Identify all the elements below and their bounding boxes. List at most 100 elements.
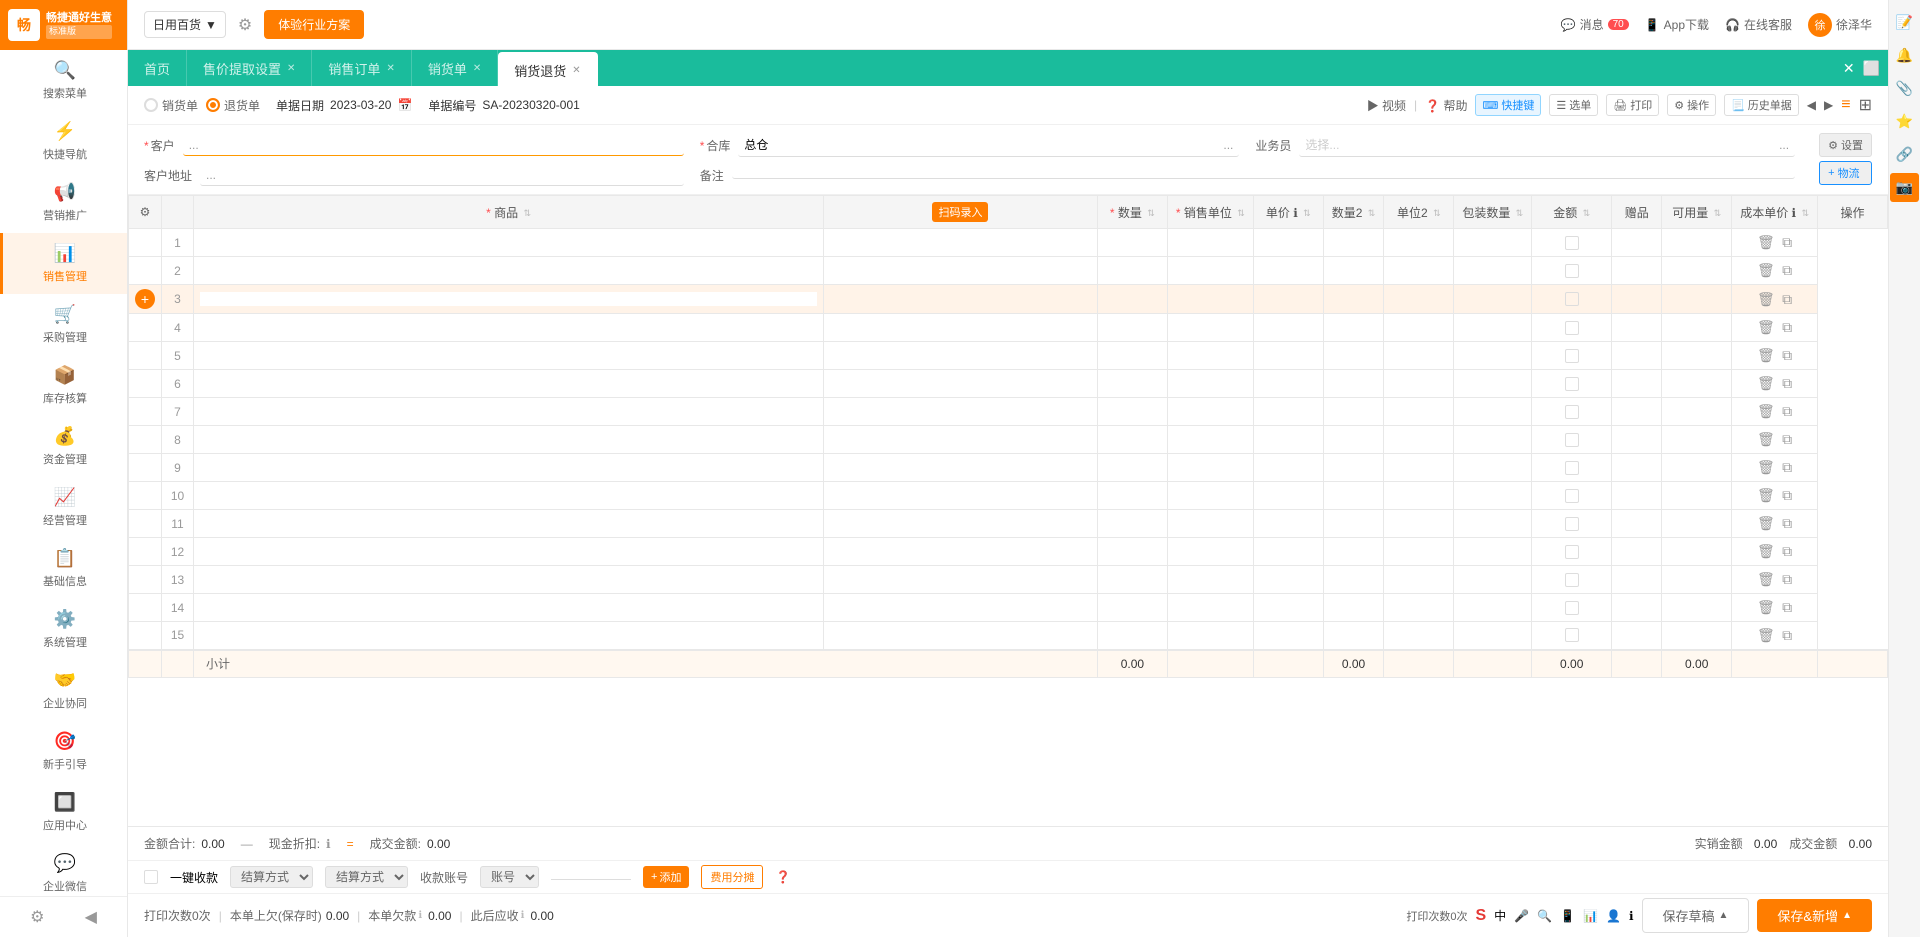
row-amount-cell[interactable] [1454,426,1532,454]
row-amount-cell[interactable] [1454,622,1532,650]
row-price-cell[interactable] [1167,622,1253,650]
customer-input[interactable]: ... [183,135,684,156]
copy-row-btn[interactable]: ⧉ [1782,571,1792,587]
calendar-icon[interactable]: 📅 [397,98,412,112]
row-qty2-cell[interactable] [1253,482,1323,510]
row-qty2-cell[interactable] [1253,594,1323,622]
row-amount-cell[interactable] [1454,285,1532,314]
category-select[interactable]: 日用百货 ▼ [144,11,226,38]
row-unit2-cell[interactable] [1323,510,1384,538]
row-cost-cell[interactable] [1662,398,1732,426]
row-pack-cell[interactable] [1384,342,1454,370]
right-star-icon[interactable]: ⭐ [1890,107,1919,136]
row-amount-cell[interactable] [1454,342,1532,370]
prev-record-btn[interactable]: ◀ [1807,98,1816,112]
row-amount-cell[interactable] [1454,538,1532,566]
row-pack-cell[interactable] [1384,314,1454,342]
message-btn[interactable]: 💬 消息 70 [1561,16,1629,33]
row-qty-cell[interactable] [824,454,1098,482]
sidebar-item-快捷导航[interactable]: ⚡快捷导航 [0,111,127,172]
row-pack-cell[interactable] [1384,370,1454,398]
row-unit-cell[interactable] [1097,622,1167,650]
sidebar-item-企业微信[interactable]: 💬企业微信 [0,843,127,896]
row-avail-cell[interactable] [1612,594,1662,622]
warehouse-input[interactable]: 总仓 ... [738,133,1239,157]
row-product-cell[interactable] [194,426,824,454]
row-pack-cell[interactable] [1384,229,1454,257]
row-amount-cell[interactable] [1454,398,1532,426]
next-record-btn[interactable]: ▶ [1824,98,1833,112]
row-unit2-cell[interactable] [1323,482,1384,510]
copy-row-btn[interactable]: ⧉ [1782,375,1792,391]
row-unit2-cell[interactable] [1323,398,1384,426]
row-price-cell[interactable] [1167,426,1253,454]
delete-row-btn[interactable]: 🗑 [1757,459,1775,475]
row-amount-cell[interactable] [1454,566,1532,594]
row-cost-cell[interactable] [1662,285,1732,314]
tab-2[interactable]: 销售订单✕ [312,50,411,86]
scan-enter-btn[interactable]: 扫码录入 [932,202,988,222]
row-qty2-cell[interactable] [1253,622,1323,650]
row-unit-cell[interactable] [1097,398,1167,426]
row-product-cell[interactable] [194,398,824,426]
row-avail-cell[interactable] [1612,482,1662,510]
gift-checkbox[interactable] [1565,545,1579,559]
sidebar-item-资金管理[interactable]: 💰资金管理 [0,416,127,477]
help-btn[interactable]: ❓ 帮助 [1425,97,1467,114]
row-unit2-cell[interactable] [1323,370,1384,398]
delete-row-btn[interactable]: 🗑 [1757,543,1775,559]
gift-checkbox[interactable] [1565,461,1579,475]
grid-view-btn[interactable]: ⊞ [1859,95,1872,115]
row-qty-cell[interactable] [824,370,1098,398]
expand-tab-btn[interactable]: ⬜ [1863,60,1880,77]
copy-row-btn[interactable]: ⧉ [1782,543,1792,559]
row-cost-cell[interactable] [1662,342,1732,370]
row-pack-cell[interactable] [1384,285,1454,314]
row-amount-cell[interactable] [1454,314,1532,342]
row-qty2-cell[interactable] [1253,538,1323,566]
gift-checkbox[interactable] [1565,433,1579,447]
row-pack-cell[interactable] [1384,594,1454,622]
gift-checkbox[interactable] [1565,349,1579,363]
row-qty2-cell[interactable] [1253,398,1323,426]
sidebar-item-新手引导[interactable]: 🎯新手引导 [0,721,127,782]
delete-row-btn[interactable]: 🗑 [1757,319,1775,335]
row-unit-cell[interactable] [1097,566,1167,594]
copy-row-btn[interactable]: ⧉ [1782,403,1792,419]
row-price-cell[interactable] [1167,566,1253,594]
select-btn[interactable]: ☰ 选单 [1549,94,1598,116]
row-product-cell[interactable] [194,622,824,650]
row-price-cell[interactable] [1167,538,1253,566]
delete-row-btn[interactable]: 🗑 [1757,403,1775,419]
row-unit-cell[interactable] [1097,426,1167,454]
row-cost-cell[interactable] [1662,566,1732,594]
row-avail-cell[interactable] [1612,314,1662,342]
add-fee-btn[interactable]: + 添加 [643,866,689,888]
tab-4[interactable]: 销货退货✕ [498,52,597,88]
row-qty2-cell[interactable] [1253,566,1323,594]
row-cost-cell[interactable] [1662,594,1732,622]
delete-row-btn[interactable]: 🗑 [1757,487,1775,503]
row-unit-cell[interactable] [1097,510,1167,538]
row-cost-cell[interactable] [1662,229,1732,257]
row-product-cell[interactable] [194,566,824,594]
right-alert-icon[interactable]: 🔔 [1890,41,1919,70]
row-qty2-cell[interactable] [1253,285,1323,314]
tab-close-icon[interactable]: ✕ [572,65,580,76]
row-avail-cell[interactable] [1612,510,1662,538]
row-price-cell[interactable] [1167,594,1253,622]
row-unit2-cell[interactable] [1323,566,1384,594]
row-product-cell[interactable] [194,285,824,314]
row-cost-cell[interactable] [1662,370,1732,398]
row-product-cell[interactable] [194,314,824,342]
row-pack-cell[interactable] [1384,482,1454,510]
gift-checkbox[interactable] [1565,321,1579,335]
row-product-cell[interactable] [194,257,824,285]
row-qty-cell[interactable] [824,426,1098,454]
row-amount-cell[interactable] [1454,257,1532,285]
row-pack-cell[interactable] [1384,538,1454,566]
row-unit-cell[interactable] [1097,538,1167,566]
row-amount-cell[interactable] [1454,510,1532,538]
row-product-cell[interactable] [194,510,824,538]
copy-row-btn[interactable]: ⧉ [1782,291,1792,307]
